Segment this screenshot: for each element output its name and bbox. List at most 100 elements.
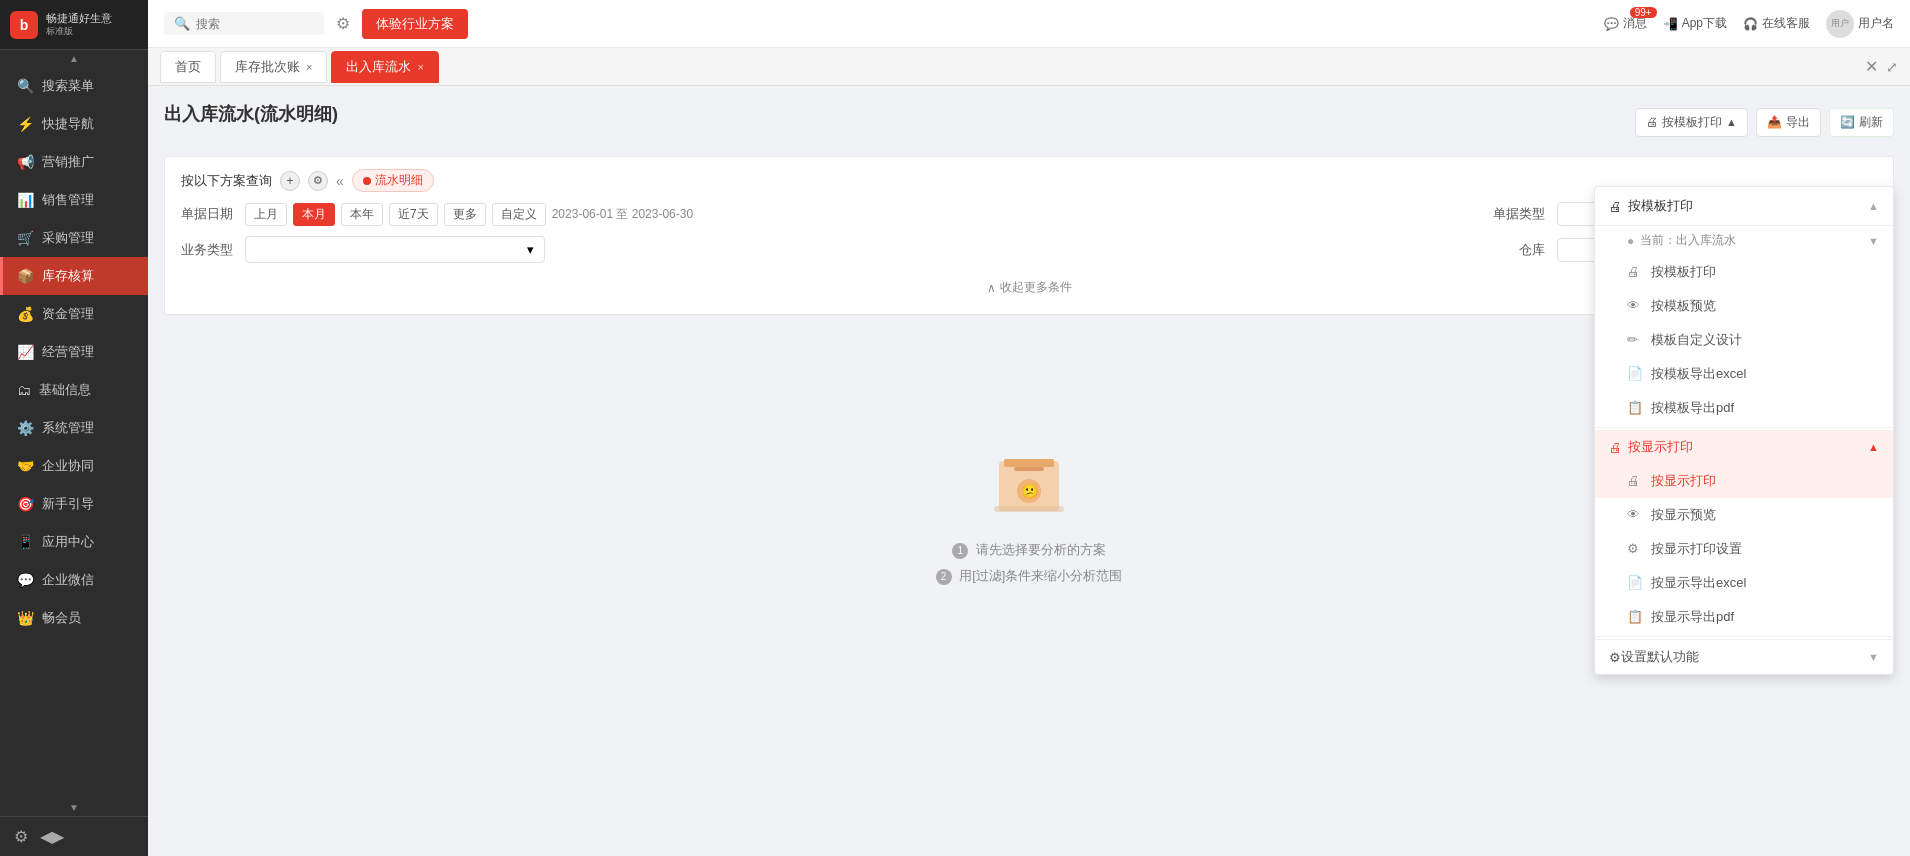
dropdown-item-display-pdf[interactable]: 📋 按显示导出pdf <box>1595 600 1893 634</box>
sidebar-item-label: 销售管理 <box>42 191 94 209</box>
date-btn-this-year[interactable]: 本年 <box>341 203 383 226</box>
filter-collapse-icon[interactable]: « <box>336 173 344 189</box>
sidebar-item-purchase[interactable]: 🛒 采购管理 <box>0 219 148 257</box>
tabbar: 首页 库存批次账 × 出入库流水 × ✕ ⤢ <box>148 48 1910 86</box>
sidebar-item-label: 经营管理 <box>42 343 94 361</box>
sidebar: b 畅捷通好生意 标准版 ▲ 🔍 搜索菜单 ⚡ 快捷导航 📢 营销推广 📊 销售… <box>0 0 148 856</box>
dropdown-item-template-preview[interactable]: 👁 按模板预览 <box>1595 289 1893 323</box>
tab-home-label: 首页 <box>175 58 201 76</box>
excel-icon: 📄 <box>1627 366 1643 382</box>
user-avatar-button[interactable]: 用户 用户名 <box>1826 10 1894 38</box>
date-btn-more[interactable]: 更多 <box>444 203 486 226</box>
edit-icon: ✏ <box>1627 332 1643 348</box>
chat-icon: 💬 <box>17 572 34 588</box>
sidebar-item-basics[interactable]: 🗂 基础信息 <box>0 371 148 409</box>
business-type-select[interactable]: ▾ <box>245 236 545 263</box>
date-btn-7days[interactable]: 近7天 <box>389 203 438 226</box>
dropdown-item-template-pdf[interactable]: 📋 按模板导出pdf <box>1595 391 1893 425</box>
messages-button[interactable]: 💬 消息 99+ <box>1604 15 1647 32</box>
empty-tip-1: 1 请先选择要分析的方案 <box>952 541 1106 559</box>
sidebar-item-operations[interactable]: 📈 经营管理 <box>0 333 148 371</box>
sidebar-item-search[interactable]: 🔍 搜索菜单 <box>0 67 148 105</box>
filter-tag-label: 流水明细 <box>375 172 423 189</box>
sidebar-scroll-up[interactable]: ▲ <box>0 50 148 67</box>
phone-icon: 📱 <box>17 534 34 550</box>
sidebar-item-sales[interactable]: 📊 销售管理 <box>0 181 148 219</box>
chevron-down-icon4: ▼ <box>1868 651 1879 663</box>
sidebar-nav: 🔍 搜索菜单 ⚡ 快捷导航 📢 营销推广 📊 销售管理 🛒 采购管理 📦 库存核… <box>0 67 148 799</box>
sidebar-item-quick-nav[interactable]: ⚡ 快捷导航 <box>0 105 148 143</box>
export-label: 导出 <box>1786 114 1810 131</box>
template-print-section-header[interactable]: 🖨 按模板打印 ▲ <box>1595 187 1893 226</box>
collapse-label: 收起更多条件 <box>1000 279 1072 296</box>
dropdown-item-display-settings[interactable]: ⚙ 按显示打印设置 <box>1595 532 1893 566</box>
dropdown-divider <box>1595 427 1893 428</box>
sidebar-item-vip[interactable]: 👑 畅会员 <box>0 599 148 637</box>
chevron-up-icon4: ▲ <box>1868 441 1879 453</box>
sidebar-item-wechat[interactable]: 💬 企业微信 <box>0 561 148 599</box>
headset-icon: 🎧 <box>1743 17 1758 31</box>
topbar-search-box[interactable]: 🔍 <box>164 12 324 35</box>
collapse-menu-icon[interactable]: ◀▶ <box>40 827 64 846</box>
filter-add-button[interactable]: + <box>280 171 300 191</box>
target-icon: 🎯 <box>17 496 34 512</box>
close-all-tabs-button[interactable]: ✕ <box>1865 57 1878 76</box>
tab-flow[interactable]: 出入库流水 × <box>331 51 438 83</box>
dropdown-item-template-excel[interactable]: 📄 按模板导出excel <box>1595 357 1893 391</box>
export-button[interactable]: 📤 导出 <box>1756 108 1821 137</box>
template-section-label: 🖨 按模板打印 <box>1609 197 1693 215</box>
app-name: 畅捷通好生意 <box>46 11 112 25</box>
sidebar-item-guide[interactable]: 🎯 新手引导 <box>0 485 148 523</box>
settings-icon[interactable]: ⚙ <box>14 827 28 846</box>
sidebar-item-label: 库存核算 <box>42 267 94 285</box>
sidebar-item-label: 新手引导 <box>42 495 94 513</box>
tab-flow-close[interactable]: × <box>417 61 423 73</box>
pdf-icon: 📋 <box>1627 400 1643 416</box>
topbar-gear-icon[interactable]: ⚙ <box>336 14 350 33</box>
refresh-button[interactable]: 🔄 刷新 <box>1829 108 1894 137</box>
tab-home[interactable]: 首页 <box>160 51 216 83</box>
date-btn-last-month[interactable]: 上月 <box>245 203 287 226</box>
dropdown-item-template-custom[interactable]: ✏ 模板自定义设计 <box>1595 323 1893 357</box>
print-dropdown-button[interactable]: 🖨 按模板打印 ▲ <box>1635 108 1748 137</box>
sidebar-item-apps[interactable]: 📱 应用中心 <box>0 523 148 561</box>
display-print-section-header[interactable]: 🖨 按显示打印 ▲ <box>1595 430 1893 464</box>
printer-icon2: 🖨 <box>1609 199 1622 214</box>
sidebar-scroll-down[interactable]: ▼ <box>0 799 148 816</box>
messages-badge: 99+ <box>1630 7 1657 18</box>
date-btn-this-month[interactable]: 本月 <box>293 203 335 226</box>
svg-rect-2 <box>1014 467 1044 471</box>
sidebar-item-system[interactable]: ⚙️ 系统管理 <box>0 409 148 447</box>
avatar-text: 用户 <box>1831 17 1849 30</box>
dropdown-item-display-preview[interactable]: 👁 按显示预览 <box>1595 498 1893 532</box>
chevron-up-icon: ▲ <box>1726 116 1737 128</box>
tab-batch[interactable]: 库存批次账 × <box>220 51 327 83</box>
sidebar-item-marketing[interactable]: 📢 营销推广 <box>0 143 148 181</box>
sidebar-item-finance[interactable]: 💰 资金管理 <box>0 295 148 333</box>
sidebar-item-inventory[interactable]: 📦 库存核算 <box>0 257 148 295</box>
bullet-icon: ● <box>1627 234 1634 248</box>
filter-settings-button[interactable]: ⚙ <box>308 171 328 191</box>
dropdown-item-display-print[interactable]: 🖨 按显示打印 <box>1595 464 1893 498</box>
empty-icon: 😕 <box>979 431 1079 521</box>
app-download-button[interactable]: 📲 App下载 <box>1663 15 1727 32</box>
chevron-up-icon3: ▲ <box>1868 200 1879 212</box>
sidebar-bottom: ⚙ ◀▶ <box>0 816 148 856</box>
dropdown-item-display-excel[interactable]: 📄 按显示导出excel <box>1595 566 1893 600</box>
empty-tip-2: 2 用[过滤]条件来缩小分析范围 <box>936 567 1123 585</box>
empty-illustration: 😕 <box>979 431 1079 521</box>
tab-batch-close[interactable]: × <box>306 61 312 73</box>
search-input[interactable] <box>196 17 296 31</box>
app-edition: 标准版 <box>46 25 112 38</box>
sidebar-item-collab[interactable]: 🤝 企业协同 <box>0 447 148 485</box>
display-section-label-group: 🖨 按显示打印 <box>1609 438 1693 456</box>
dropdown-item-template-print[interactable]: 🖨 按模板打印 <box>1595 255 1893 289</box>
sidebar-item-label: 畅会员 <box>42 609 81 627</box>
dropdown-footer-settings[interactable]: ⚙ 设置默认功能 ▼ <box>1595 639 1893 674</box>
maximize-button[interactable]: ⤢ <box>1886 59 1898 75</box>
online-service-button[interactable]: 🎧 在线客服 <box>1743 15 1810 32</box>
sidebar-item-label: 企业微信 <box>42 571 94 589</box>
date-btn-custom[interactable]: 自定义 <box>492 203 546 226</box>
industry-solution-button[interactable]: 体验行业方案 <box>362 9 468 39</box>
search-icon: 🔍 <box>17 78 34 94</box>
